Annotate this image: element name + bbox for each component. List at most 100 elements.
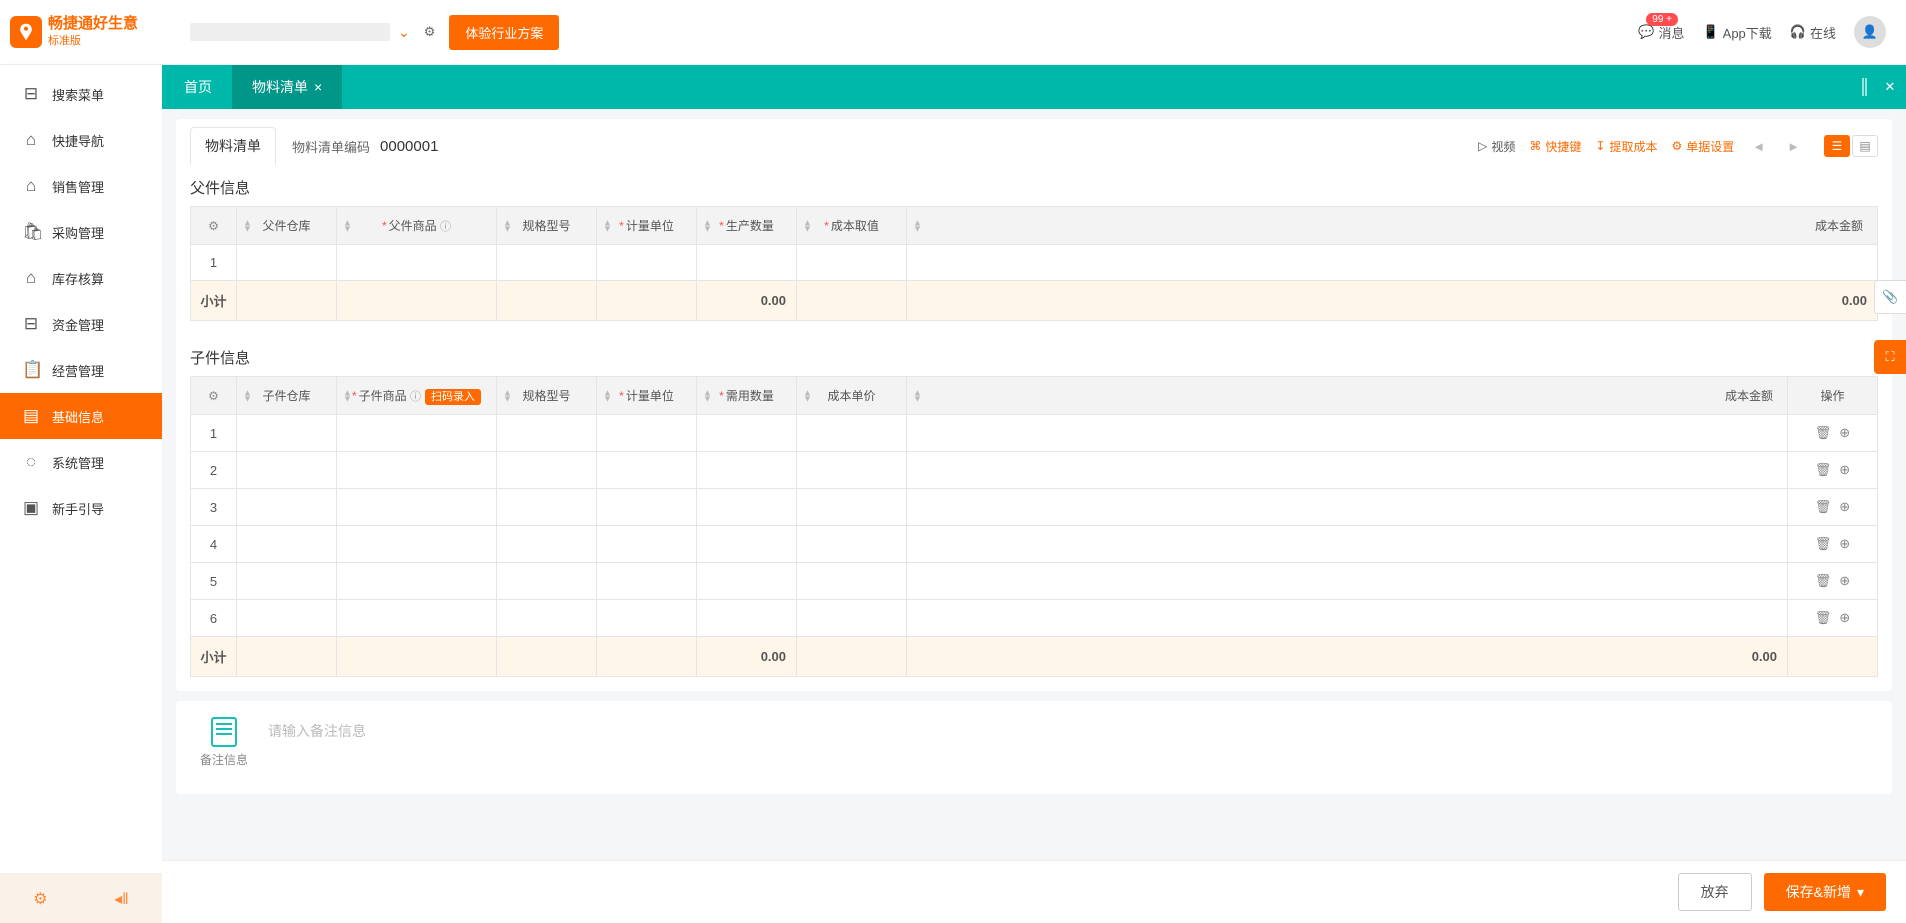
sort-icon[interactable]: ▲▼ bbox=[243, 219, 252, 232]
close-tab-button[interactable]: ✕ bbox=[1874, 65, 1906, 109]
bom-code-value: 0000001 bbox=[380, 138, 438, 155]
add-row-icon[interactable]: ⊕ bbox=[1839, 573, 1850, 588]
sort-icon[interactable]: ▲▼ bbox=[703, 219, 712, 232]
discard-button[interactable]: 放弃 bbox=[1678, 873, 1752, 911]
company-selector[interactable]: ⌄ bbox=[190, 23, 410, 41]
sidebar-item-9[interactable]: ▣新手引导 bbox=[0, 485, 162, 531]
tab-home[interactable]: 首页 bbox=[164, 65, 232, 109]
sidebar-icon: ▤ bbox=[22, 406, 40, 426]
child-row[interactable]: 5🗑⊕ bbox=[191, 563, 1878, 600]
user-avatar[interactable]: 👤 bbox=[1854, 16, 1886, 48]
tab-material-list[interactable]: 物料清单 × bbox=[232, 65, 342, 109]
messages-link[interactable]: 99 + 💬 消息 bbox=[1638, 23, 1684, 42]
settings-gear-icon[interactable]: ⚙ bbox=[420, 20, 440, 44]
child-row[interactable]: 2🗑⊕ bbox=[191, 452, 1878, 489]
sidebar-item-6[interactable]: 📋 经营管理 bbox=[0, 347, 162, 393]
add-row-icon[interactable]: ⊕ bbox=[1839, 610, 1850, 625]
parent-subtotal-row: 小计0.000.00 bbox=[191, 281, 1878, 321]
sidebar-icon: ⌂ bbox=[22, 130, 40, 150]
save-add-button[interactable]: 保存&新增 ▾ bbox=[1764, 873, 1886, 911]
online-support-link[interactable]: 🎧 在线 bbox=[1790, 23, 1836, 42]
view-list-button[interactable]: ☰ bbox=[1824, 135, 1850, 157]
remark-input[interactable] bbox=[268, 717, 1868, 745]
brand-sub: 标准版 bbox=[48, 32, 138, 48]
delete-row-icon[interactable]: 🗑 bbox=[1815, 462, 1832, 477]
sidebar-icon: ⊟ bbox=[22, 84, 40, 104]
delete-row-icon[interactable]: 🗑 bbox=[1815, 499, 1832, 514]
sort-icon[interactable]: ▲▼ bbox=[913, 389, 922, 402]
gear-icon: ⚙ bbox=[1671, 139, 1682, 153]
sort-icon[interactable]: ▲▼ bbox=[603, 389, 612, 402]
add-row-icon[interactable]: ⊕ bbox=[1839, 425, 1850, 440]
child-row[interactable]: 6🗑⊕ bbox=[191, 600, 1878, 637]
app-header: 畅捷通好生意 标准版 ⌄ ⚙ 体验行业方案 99 + 💬 消息 📱 App下载 … bbox=[0, 0, 1906, 65]
sidebar-item-label: 销售管理 bbox=[52, 177, 104, 196]
info-icon[interactable]: ⓘ bbox=[440, 221, 451, 233]
child-row[interactable]: 3🗑⊕ bbox=[191, 489, 1878, 526]
messages-badge: 99 + bbox=[1646, 13, 1678, 26]
prev-doc-icon[interactable]: ◄ bbox=[1748, 139, 1769, 154]
sidebar-item-7[interactable]: ▤基础信息 bbox=[0, 393, 162, 439]
sidebar-item-label: 经营管理 bbox=[52, 361, 104, 380]
app-download-link[interactable]: 📱 App下载 bbox=[1702, 23, 1771, 42]
sidebar-item-2[interactable]: ⌂销售管理 bbox=[0, 163, 162, 209]
extract-cost-link[interactable]: ↧提取成本 bbox=[1595, 138, 1657, 155]
sidebar-icon: 📋 bbox=[22, 360, 40, 380]
sort-icon[interactable]: ▲▼ bbox=[703, 389, 712, 402]
shortcut-icon: ⌘ bbox=[1529, 139, 1541, 153]
note-icon bbox=[211, 717, 237, 747]
sidebar-item-0[interactable]: ⊟搜索菜单 bbox=[0, 71, 162, 117]
sort-icon[interactable]: ▲▼ bbox=[343, 389, 352, 402]
sidebar-item-4[interactable]: ⌂库存核算 bbox=[0, 255, 162, 301]
expand-panel-toggle[interactable]: ⛶ bbox=[1874, 340, 1906, 374]
attachment-panel-toggle[interactable]: 📎 bbox=[1874, 280, 1906, 314]
sidebar-icon: ▣ bbox=[22, 498, 40, 518]
doc-settings-link[interactable]: ⚙单据设置 bbox=[1671, 138, 1734, 155]
sort-icon[interactable]: ▲▼ bbox=[503, 219, 512, 232]
sort-icon[interactable]: ▲▼ bbox=[243, 389, 252, 402]
delete-row-icon[interactable]: 🗑 bbox=[1815, 536, 1832, 551]
settings-icon[interactable]: ⚙ bbox=[33, 889, 47, 909]
info-icon[interactable]: ⓘ bbox=[410, 391, 421, 403]
delete-row-icon[interactable]: 🗑 bbox=[1815, 425, 1832, 440]
sidebar-bottom: ⚙ ◂‖ bbox=[0, 873, 162, 923]
sort-icon[interactable]: ▲▼ bbox=[343, 219, 352, 232]
parent-row[interactable]: 1 bbox=[191, 245, 1878, 281]
sidebar-item-3[interactable]: 🛍采购管理 bbox=[0, 209, 162, 255]
sort-icon[interactable]: ▲▼ bbox=[803, 219, 812, 232]
user-icon: 👤 bbox=[1862, 24, 1878, 40]
logo-area[interactable]: 畅捷通好生意 标准版 bbox=[10, 16, 170, 49]
child-subtotal-row: 小计0.000.00 bbox=[191, 637, 1878, 677]
scan-tag[interactable]: 扫码录入 bbox=[425, 389, 481, 405]
next-doc-icon[interactable]: ► bbox=[1783, 139, 1804, 154]
sub-tab-material[interactable]: 物料清单 bbox=[190, 127, 276, 165]
industry-plan-button[interactable]: 体验行业方案 bbox=[449, 15, 559, 50]
delete-row-icon[interactable]: 🗑 bbox=[1815, 573, 1832, 588]
child-gear-icon[interactable]: ⚙ bbox=[208, 389, 219, 403]
video-help-link[interactable]: ▷视频 bbox=[1478, 138, 1515, 155]
add-row-icon[interactable]: ⊕ bbox=[1839, 462, 1850, 477]
view-detail-button[interactable]: ▤ bbox=[1852, 135, 1878, 157]
sort-icon[interactable]: ▲▼ bbox=[603, 219, 612, 232]
sort-icon[interactable]: ▲▼ bbox=[803, 389, 812, 402]
sidebar-item-5[interactable]: ⊟资金管理 bbox=[0, 301, 162, 347]
child-row[interactable]: 4🗑⊕ bbox=[191, 526, 1878, 563]
page-header: 物料清单 物料清单编码 0000001 ▷视频 ⌘快捷键 ↧提取成本 ⚙单据设置… bbox=[176, 119, 1892, 165]
sort-icon[interactable]: ▲▼ bbox=[913, 219, 922, 232]
sidebar-item-8[interactable]: ◌系统管理 bbox=[0, 439, 162, 485]
headset-icon: 🎧 bbox=[1790, 24, 1806, 40]
extract-icon: ↧ bbox=[1595, 139, 1605, 153]
child-row[interactable]: 1🗑⊕ bbox=[191, 415, 1878, 452]
add-row-icon[interactable]: ⊕ bbox=[1839, 536, 1850, 551]
tab-close-icon[interactable]: × bbox=[314, 79, 322, 95]
header-right: 99 + 💬 消息 📱 App下载 🎧 在线 👤 bbox=[1638, 16, 1896, 48]
add-row-icon[interactable]: ⊕ bbox=[1839, 499, 1850, 514]
sort-icon[interactable]: ▲▼ bbox=[503, 389, 512, 402]
brand-name: 畅捷通好生意 bbox=[48, 16, 138, 33]
parent-gear-icon[interactable]: ⚙ bbox=[208, 219, 219, 233]
sidebar-item-1[interactable]: ⌂快捷导航 bbox=[0, 117, 162, 163]
shortcut-link[interactable]: ⌘快捷键 bbox=[1529, 138, 1581, 155]
collapse-sidebar-icon[interactable]: ◂‖ bbox=[114, 889, 129, 909]
delete-row-icon[interactable]: 🗑 bbox=[1815, 610, 1832, 625]
tabs-expand-handle[interactable] bbox=[1856, 65, 1874, 109]
